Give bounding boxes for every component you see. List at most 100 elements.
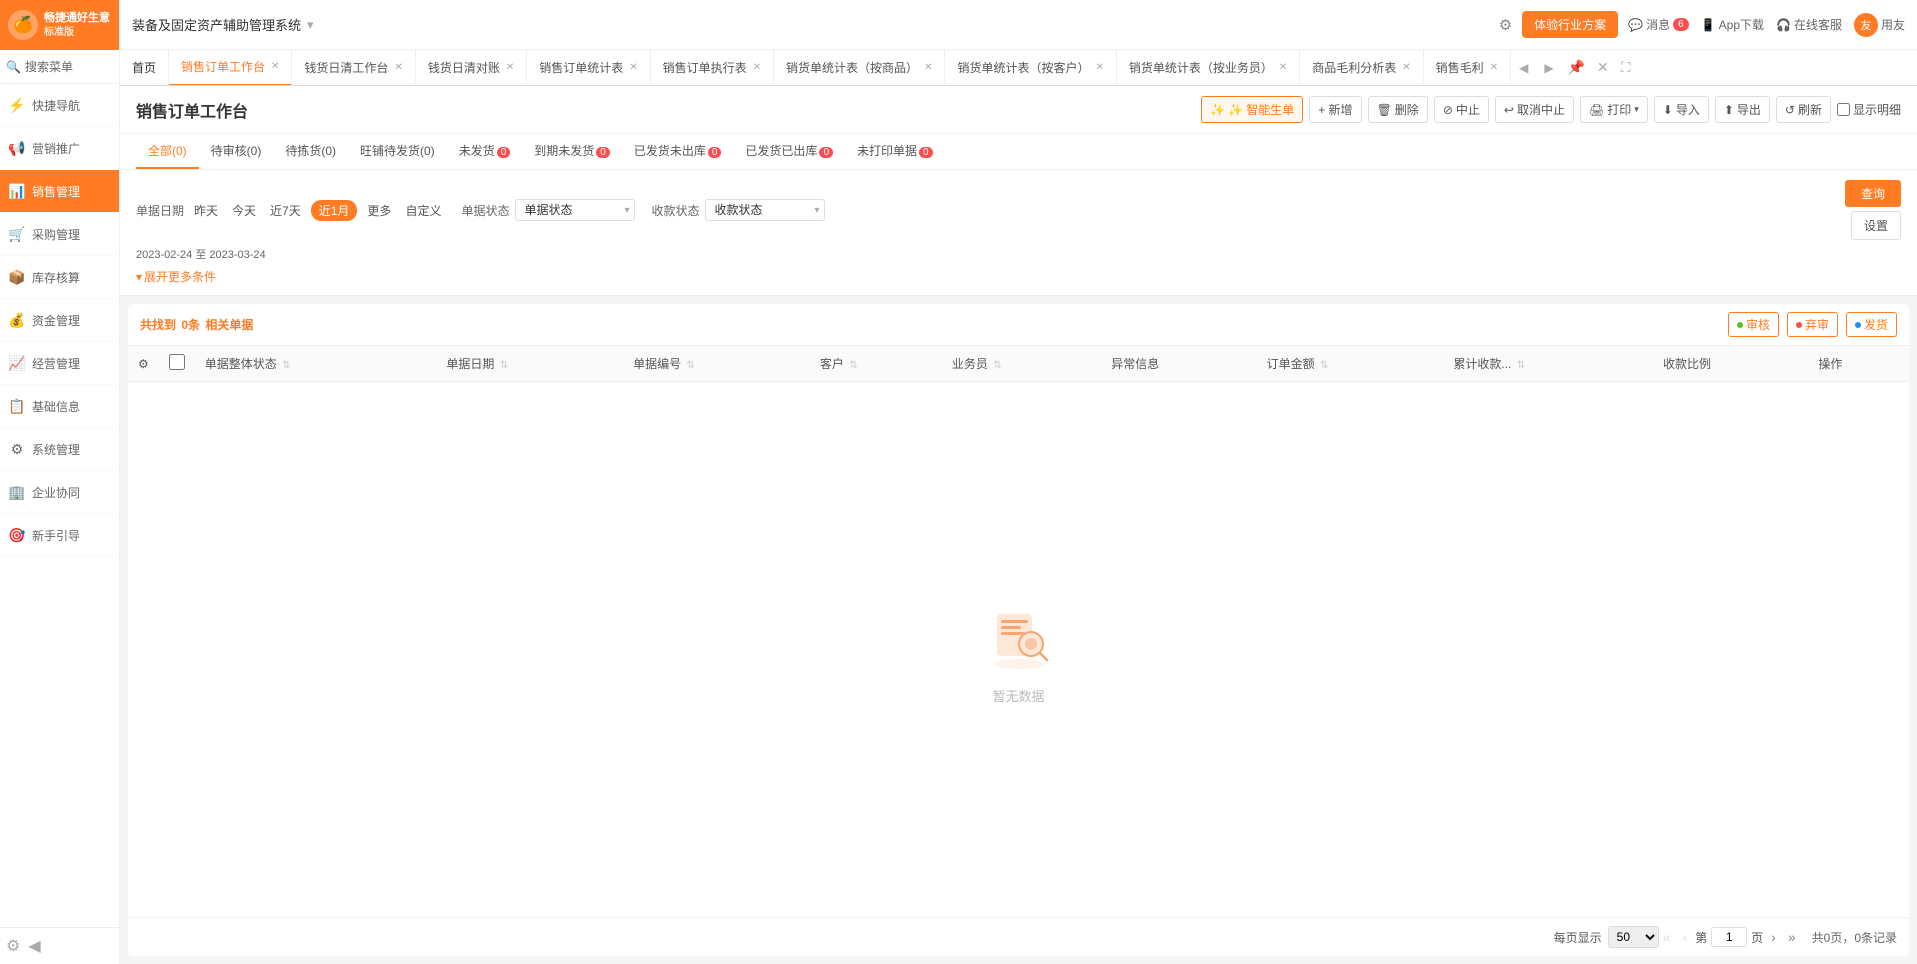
- sidebar-item-marketing[interactable]: 📢 营销推广: [0, 127, 119, 170]
- tab-gross-profit[interactable]: 商品毛利分析表 ✕: [1300, 50, 1423, 86]
- tab-close-sales-exec[interactable]: ✕: [753, 62, 761, 73]
- set-btn[interactable]: 设置: [1851, 211, 1901, 240]
- page-size-select[interactable]: 10 20 50 100: [1608, 926, 1659, 948]
- date-opt-today[interactable]: 今天: [228, 200, 260, 221]
- tab-sales-staff[interactable]: 销货单统计表（按业务员） ✕: [1117, 50, 1300, 86]
- date-opt-custom[interactable]: 自定义: [401, 200, 445, 221]
- tab-close-sales-product[interactable]: ✕: [924, 62, 932, 73]
- sidebar-collapse-btn[interactable]: ◀: [28, 936, 40, 956]
- tab-scroll-right[interactable]: ▶: [1536, 50, 1561, 86]
- sidebar-item-operations[interactable]: 📈 经营管理: [0, 342, 119, 385]
- sidebar-item-guide[interactable]: 🎯 新手引导: [0, 514, 119, 557]
- tab-close-sales-customer[interactable]: ✕: [1095, 62, 1103, 73]
- payment-select[interactable]: 收款状态: [705, 199, 825, 221]
- sub-tab-pending-audit[interactable]: 待审核(0): [199, 134, 274, 169]
- tab-close-all[interactable]: ✕: [1591, 50, 1615, 86]
- export-btn[interactable]: ⬆ 导出: [1715, 96, 1770, 123]
- date-opt-more[interactable]: 更多: [363, 200, 395, 221]
- new-btn[interactable]: + 新增: [1309, 96, 1361, 123]
- audit-btn[interactable]: 审核: [1728, 312, 1779, 337]
- print-btn[interactable]: 🖨 打印 ▾: [1580, 96, 1648, 123]
- tab-close-sales-staff[interactable]: ✕: [1279, 62, 1287, 73]
- sub-tab-shipped-not-out[interactable]: 已发货未出库0: [622, 134, 734, 169]
- cancel-stop-icon: ↩: [1504, 103, 1514, 117]
- sub-tab-unshipped[interactable]: 未发货0: [447, 134, 523, 169]
- show-details-checkbox[interactable]: [1837, 103, 1850, 116]
- th-checkbox[interactable]: [159, 346, 195, 382]
- tab-close-sales-more[interactable]: ✕: [1490, 62, 1498, 73]
- user-menu[interactable]: 友 用友: [1854, 13, 1905, 37]
- tab-scroll-left[interactable]: ◀: [1511, 50, 1536, 86]
- sidebar-settings-btn[interactable]: ⚙: [6, 936, 20, 956]
- date-opt-yesterday[interactable]: 昨天: [190, 200, 222, 221]
- tab-pin-btn[interactable]: 📌: [1562, 50, 1591, 86]
- tab-close-cash-reconcile[interactable]: ✕: [506, 62, 514, 73]
- sidebar-item-inventory[interactable]: 📦 库存核算: [0, 256, 119, 299]
- date-opt-7days[interactable]: 近7天: [266, 200, 305, 221]
- tab-close-sales-workbench[interactable]: ✕: [271, 61, 279, 72]
- sidebar-item-purchase[interactable]: 🛒 采购管理: [0, 213, 119, 256]
- next-page-btn[interactable]: ›: [1767, 927, 1780, 947]
- th-bill-date[interactable]: 单据日期 ⇅: [436, 346, 623, 382]
- th-accumulated-payment[interactable]: 累计收款... ⇅: [1443, 346, 1653, 382]
- cancel-stop-btn[interactable]: ↩ 取消中止: [1495, 96, 1574, 123]
- sidebar-item-system[interactable]: ⚙ 系统管理: [0, 428, 119, 471]
- tab-home[interactable]: 首页: [120, 50, 169, 86]
- tab-close-gross-profit[interactable]: ✕: [1402, 62, 1410, 73]
- expand-filter-btn[interactable]: ▾ 展开更多条件: [136, 268, 1901, 285]
- tab-close-cash-daily[interactable]: ✕: [394, 62, 402, 73]
- show-details-checkbox-label[interactable]: 显示明细: [1837, 101, 1901, 118]
- select-all-checkbox[interactable]: [169, 354, 185, 370]
- th-settings[interactable]: ⚙: [128, 346, 159, 382]
- sub-tab-all[interactable]: 全部(0): [136, 134, 199, 169]
- tab-close-sales-stats[interactable]: ✕: [629, 62, 637, 73]
- online-service-btn[interactable]: 🎧 在线客服: [1776, 16, 1842, 33]
- import-btn[interactable]: ⬇ 导入: [1654, 96, 1709, 123]
- th-order-amount[interactable]: 订单金额 ⇅: [1257, 346, 1444, 382]
- prev-page-btn[interactable]: ‹: [1678, 927, 1691, 947]
- tab-sales-product[interactable]: 销货单统计表（按商品） ✕: [774, 50, 945, 86]
- page-input[interactable]: [1711, 927, 1747, 947]
- th-staff[interactable]: 业务员 ⇅: [942, 346, 1101, 382]
- date-opt-1month[interactable]: 近1月: [311, 200, 358, 221]
- tab-cash-daily[interactable]: 钱货日清工作台 ✕: [292, 50, 415, 86]
- page-size-wrap: 每页显示 10 20 50 100: [1554, 926, 1659, 948]
- tab-maximize[interactable]: ⛶: [1615, 50, 1637, 86]
- message-btn[interactable]: 💬 消息 6: [1628, 16, 1689, 33]
- tab-sales-customer[interactable]: 销货单统计表（按客户） ✕: [945, 50, 1116, 86]
- sidebar-item-sales[interactable]: 📊 销售管理: [0, 170, 119, 213]
- topbar-gear-icon[interactable]: ⚙: [1499, 16, 1512, 34]
- sidebar-search[interactable]: 🔍 搜索菜单: [0, 50, 119, 84]
- sub-tab-unprinted[interactable]: 未打印单据0: [845, 134, 945, 169]
- tab-sales-more[interactable]: 销售毛利 ✕: [1424, 50, 1511, 86]
- sidebar-item-basic-info[interactable]: 📋 基础信息: [0, 385, 119, 428]
- app-download-btn[interactable]: 📱 App下载: [1701, 16, 1764, 33]
- sub-tabs: 全部(0) 待审核(0) 待拣货(0) 旺铺待发货(0) 未发货0 到期未发货0…: [120, 134, 1917, 170]
- sidebar-item-finance[interactable]: 💰 资金管理: [0, 299, 119, 342]
- sub-tab-overdue-unship[interactable]: 到期未发货0: [522, 134, 622, 169]
- tab-sales-exec[interactable]: 销售订单执行表 ✕: [651, 50, 774, 86]
- refresh-btn[interactable]: ↺ 刷新: [1776, 96, 1831, 123]
- smart-bill-btn[interactable]: ✨ ✨ 智能生单: [1201, 96, 1303, 123]
- tab-cash-reconcile[interactable]: 钱货日清对账 ✕: [416, 50, 527, 86]
- ship-btn[interactable]: 发货: [1846, 312, 1897, 337]
- cancel-audit-btn[interactable]: 弃审: [1787, 312, 1838, 337]
- first-page-btn[interactable]: «: [1659, 927, 1675, 947]
- th-bill-status[interactable]: 单据整体状态 ⇅: [195, 346, 437, 382]
- system-title-dropdown[interactable]: ▾: [307, 17, 314, 33]
- sub-tab-wangpu-ship[interactable]: 旺铺待发货(0): [348, 134, 447, 169]
- stop-btn[interactable]: ⊘ 中止: [1434, 96, 1489, 123]
- th-bill-no[interactable]: 单据编号 ⇅: [623, 346, 810, 382]
- delete-btn[interactable]: 🗑 删除: [1368, 96, 1428, 123]
- status-select[interactable]: 单据状态: [515, 199, 635, 221]
- tab-sales-stats[interactable]: 销售订单统计表 ✕: [527, 50, 650, 86]
- sub-tab-shipped-out[interactable]: 已发货已出库0: [733, 134, 845, 169]
- tab-sales-workbench[interactable]: 销售订单工作台 ✕: [169, 50, 292, 86]
- sidebar-item-quick-nav[interactable]: ⚡ 快捷导航: [0, 84, 119, 127]
- th-customer[interactable]: 客户 ⇅: [810, 346, 942, 382]
- sub-tab-pending-check[interactable]: 待拣货(0): [273, 134, 348, 169]
- query-btn[interactable]: 查询: [1845, 180, 1901, 207]
- industry-btn[interactable]: 体验行业方案: [1522, 11, 1618, 38]
- sidebar-item-enterprise[interactable]: 🏢 企业协同: [0, 471, 119, 514]
- last-page-btn[interactable]: »: [1784, 927, 1800, 947]
